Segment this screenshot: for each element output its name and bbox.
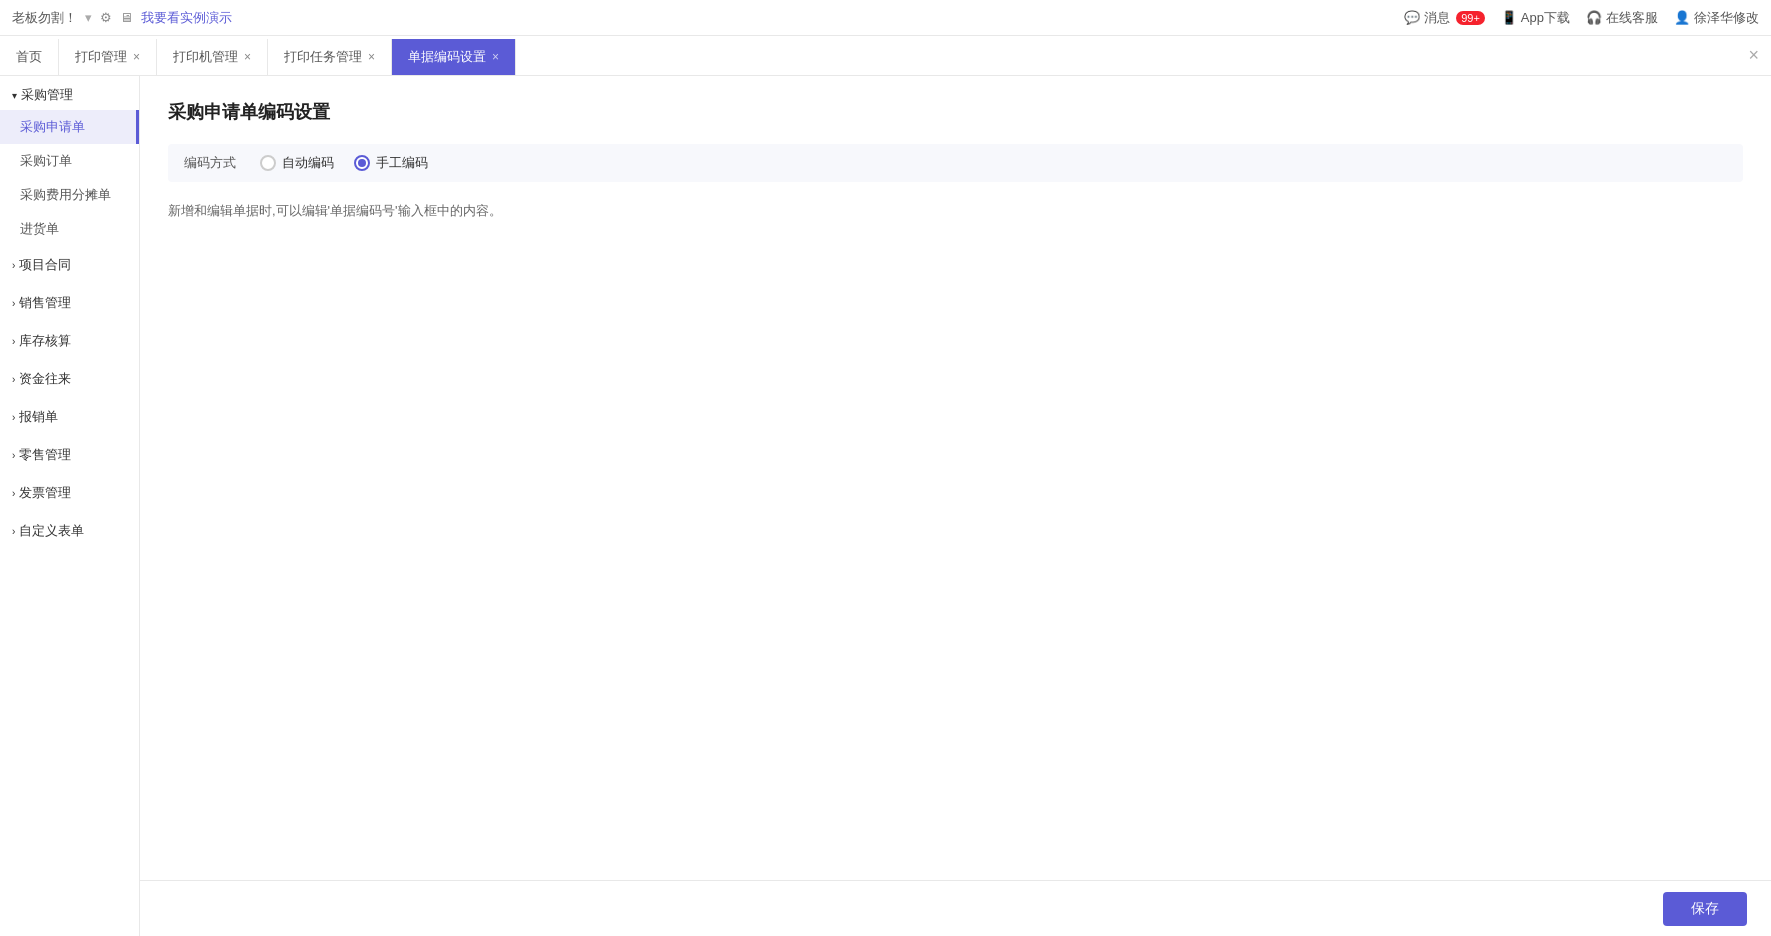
radio-auto-label: 自动编码 [282,154,334,172]
sidebar-group-returns[interactable]: › 报销单 [0,398,139,436]
sidebar-group-retail-mgmt[interactable]: › 零售管理 [0,436,139,474]
radio-auto-circle [260,155,276,171]
hint-text: 新增和编辑单据时,可以编辑'单据编码号'输入框中的内容。 [168,202,1743,220]
tab-print-mgmt[interactable]: 打印管理 × [59,39,157,75]
page-title: 采购申请单编码设置 [168,100,1743,124]
gear-icon[interactable]: ⚙ [100,10,112,25]
message-item[interactable]: 💬 消息 99+ [1404,9,1485,27]
sidebar-group-project-contract[interactable]: › 项目合同 [0,246,139,284]
sidebar-item-stock-in-label: 进货单 [20,221,59,236]
sidebar-group-sales-mgmt-label: 销售管理 [19,294,71,312]
encode-row: 编码方式 自动编码 手工编码 [168,144,1743,182]
sidebar-item-stock-in[interactable]: 进货单 [0,212,139,246]
user-icon: 👤 [1674,10,1690,25]
sidebar-group-custom-forms[interactable]: › 自定义表单 [0,512,139,550]
sidebar-group-inventory-label: 库存核算 [19,332,71,350]
tab-printer-mgmt-close[interactable]: × [244,50,251,64]
sidebar-group-invoice-mgmt-label: 发票管理 [19,484,71,502]
radio-auto-encode[interactable]: 自动编码 [260,154,334,172]
message-badge: 99+ [1456,11,1485,25]
sidebar: ▾ 采购管理 采购申请单 采购订单 采购费用分摊单 进货单 › 项目合同 › 销… [0,76,140,936]
sidebar-group-project-contract-label: 项目合同 [19,256,71,274]
chevron-right-icon: › [12,298,15,309]
top-bar-brand: 老板勿割！ [12,9,77,27]
app-icon: 📱 [1501,10,1517,25]
tab-single-code-settings[interactable]: 单据编码设置 × [392,39,516,75]
chevron-down-icon: ▾ [12,90,17,101]
sidebar-group-retail-mgmt-label: 零售管理 [19,446,71,464]
user-label: 徐泽华修改 [1694,9,1759,27]
sidebar-group-custom-forms-label: 自定义表单 [19,522,84,540]
chevron-right-icon: › [12,526,15,537]
chevron-right-icon: › [12,488,15,499]
tab-print-task-mgmt-label: 打印任务管理 [284,48,362,66]
sidebar-group-sales-mgmt[interactable]: › 销售管理 [0,284,139,322]
app-label: App下载 [1521,9,1570,27]
content-area: 采购申请单编码设置 编码方式 自动编码 手工编码 [140,76,1771,936]
service-label: 在线客服 [1606,9,1658,27]
chevron-right-icon: › [12,374,15,385]
dropdown-icon[interactable]: ▾ [85,10,92,25]
tab-print-task-mgmt-close[interactable]: × [368,50,375,64]
tab-print-mgmt-label: 打印管理 [75,48,127,66]
encode-label: 编码方式 [184,154,236,172]
tab-printer-mgmt[interactable]: 打印机管理 × [157,39,268,75]
sidebar-group-funds-label: 资金往来 [19,370,71,388]
service-icon: 🎧 [1586,10,1602,25]
sidebar-group-purchase-label: 采购管理 [21,86,73,104]
content-inner: 采购申请单编码设置 编码方式 自动编码 手工编码 [140,76,1771,880]
top-bar: 老板勿割！ ▾ ⚙ 🖥 我要看实例演示 💬 消息 99+ 📱 App下载 🎧 在… [0,0,1771,36]
radio-manual-encode[interactable]: 手工编码 [354,154,428,172]
sidebar-item-purchase-order-label: 采购订单 [20,153,72,168]
sidebar-group-purchase: ▾ 采购管理 采购申请单 采购订单 采购费用分摊单 进货单 [0,76,139,246]
tab-home[interactable]: 首页 [0,39,59,75]
sidebar-group-funds[interactable]: › 资金往来 [0,360,139,398]
tab-home-label: 首页 [16,48,42,66]
chevron-right-icon: › [12,336,15,347]
message-label: 消息 [1424,9,1450,27]
sidebar-group-returns-label: 报销单 [19,408,58,426]
radio-manual-circle [354,155,370,171]
sidebar-item-purchase-order[interactable]: 采购订单 [0,144,139,178]
sidebar-item-purchase-expense-label: 采购费用分摊单 [20,187,111,202]
top-bar-right: 💬 消息 99+ 📱 App下载 🎧 在线客服 👤 徐泽华修改 [1404,9,1759,27]
tab-single-code-close[interactable]: × [492,50,499,64]
demo-icon: 🖥 [120,10,133,25]
radio-manual-label: 手工编码 [376,154,428,172]
message-icon: 💬 [1404,10,1420,25]
sidebar-group-purchase-title[interactable]: ▾ 采购管理 [0,76,139,110]
sidebar-group-inventory[interactable]: › 库存核算 [0,322,139,360]
tab-bar: 首页 打印管理 × 打印机管理 × 打印任务管理 × 单据编码设置 × × [0,36,1771,76]
tab-printer-mgmt-label: 打印机管理 [173,48,238,66]
save-button[interactable]: 保存 [1663,892,1747,926]
online-service-item[interactable]: 🎧 在线客服 [1586,9,1658,27]
chevron-right-icon: › [12,412,15,423]
radio-group: 自动编码 手工编码 [260,154,428,172]
main-layout: ▾ 采购管理 采购申请单 采购订单 采购费用分摊单 进货单 › 项目合同 › 销… [0,76,1771,936]
chevron-right-icon: › [12,260,15,271]
demo-text[interactable]: 我要看实例演示 [141,9,232,27]
sidebar-group-invoice-mgmt[interactable]: › 发票管理 [0,474,139,512]
tab-print-task-mgmt[interactable]: 打印任务管理 × [268,39,392,75]
tab-single-code-label: 单据编码设置 [408,48,486,66]
app-download-item[interactable]: 📱 App下载 [1501,9,1570,27]
sidebar-item-purchase-request-label: 采购申请单 [20,119,85,134]
tab-close-all-button[interactable]: × [1736,45,1771,66]
sidebar-item-purchase-request[interactable]: 采购申请单 [0,110,139,144]
top-bar-left: 老板勿割！ ▾ ⚙ 🖥 我要看实例演示 [12,9,232,27]
sidebar-item-purchase-expense[interactable]: 采购费用分摊单 [0,178,139,212]
user-item[interactable]: 👤 徐泽华修改 [1674,9,1759,27]
chevron-right-icon: › [12,450,15,461]
tab-print-mgmt-close[interactable]: × [133,50,140,64]
footer-bar: 保存 [140,880,1771,936]
